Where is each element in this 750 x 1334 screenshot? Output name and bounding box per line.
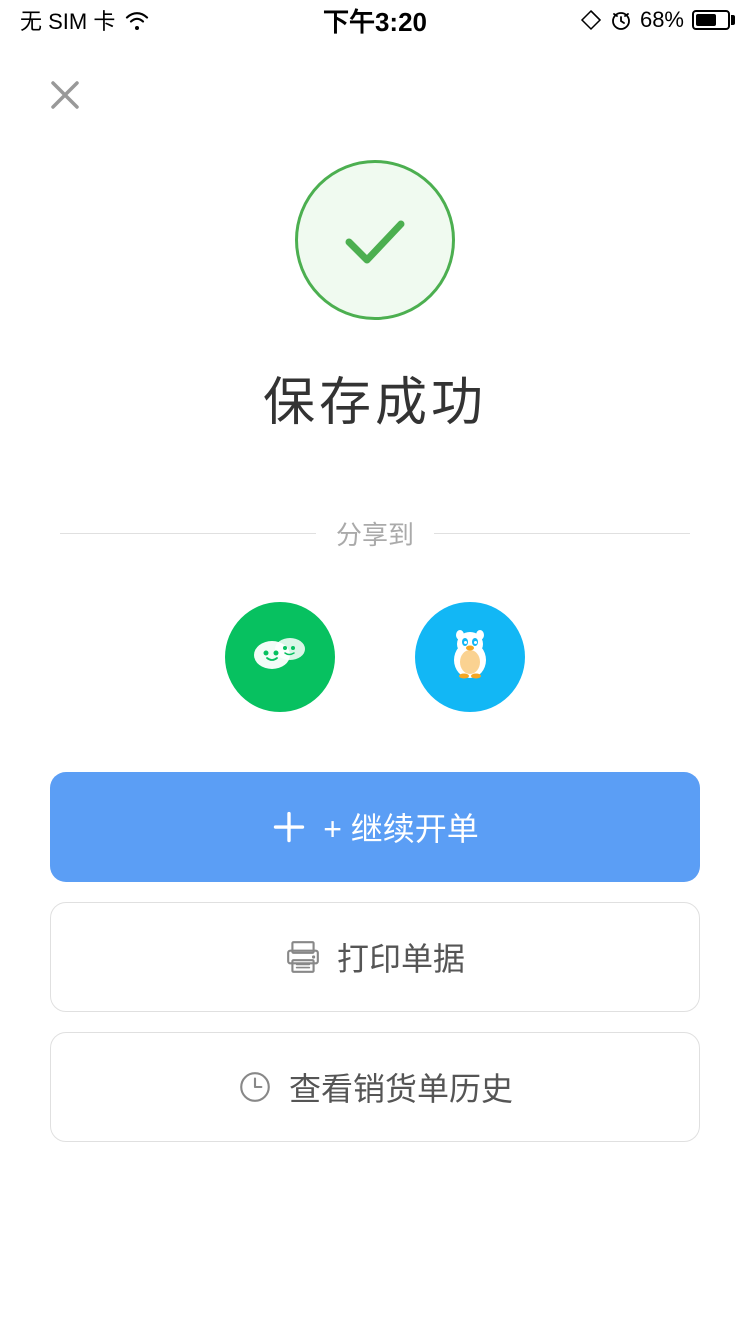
share-label: 分享到	[336, 515, 414, 552]
battery-percent: 68%	[640, 7, 684, 33]
battery-icon	[692, 10, 730, 30]
battery-fill	[696, 14, 716, 26]
print-label: 打印单据	[337, 934, 465, 980]
wifi-icon	[123, 10, 151, 30]
alarm-icon	[610, 9, 632, 31]
wechat-share-button[interactable]	[225, 602, 335, 712]
share-section: 分享到	[0, 475, 750, 752]
qq-icon	[439, 626, 501, 688]
divider-right	[434, 533, 690, 534]
close-button[interactable]	[40, 70, 90, 120]
history-icon	[237, 1069, 273, 1105]
actions-section: + 继续开单 打印单据 查看销货单历史	[0, 752, 750, 1162]
continue-label: + 继续开单	[323, 804, 479, 850]
close-icon	[47, 77, 83, 113]
status-right: 68%	[580, 7, 730, 33]
no-sim-label: 无 SIM 卡	[20, 4, 115, 36]
checkmark-icon	[335, 200, 415, 280]
status-left: 无 SIM 卡	[20, 4, 151, 36]
share-divider: 分享到	[60, 515, 690, 552]
history-label: 查看销货单历史	[289, 1064, 513, 1110]
share-icons	[225, 602, 525, 712]
divider-left	[60, 533, 316, 534]
success-section: 保存成功	[0, 130, 750, 475]
close-area	[0, 40, 750, 130]
status-time: 下午3:20	[323, 2, 427, 39]
print-icon	[285, 939, 321, 975]
print-button[interactable]: 打印单据	[50, 902, 700, 1012]
qq-share-button[interactable]	[415, 602, 525, 712]
status-bar: 无 SIM 卡 下午3:20 68%	[0, 0, 750, 40]
success-circle	[295, 160, 455, 320]
location-icon	[580, 9, 602, 31]
success-title: 保存成功	[263, 360, 487, 435]
history-button[interactable]: 查看销货单历史	[50, 1032, 700, 1142]
wechat-icon	[248, 625, 312, 689]
plus-icon	[271, 809, 307, 845]
continue-button[interactable]: + 继续开单	[50, 772, 700, 882]
